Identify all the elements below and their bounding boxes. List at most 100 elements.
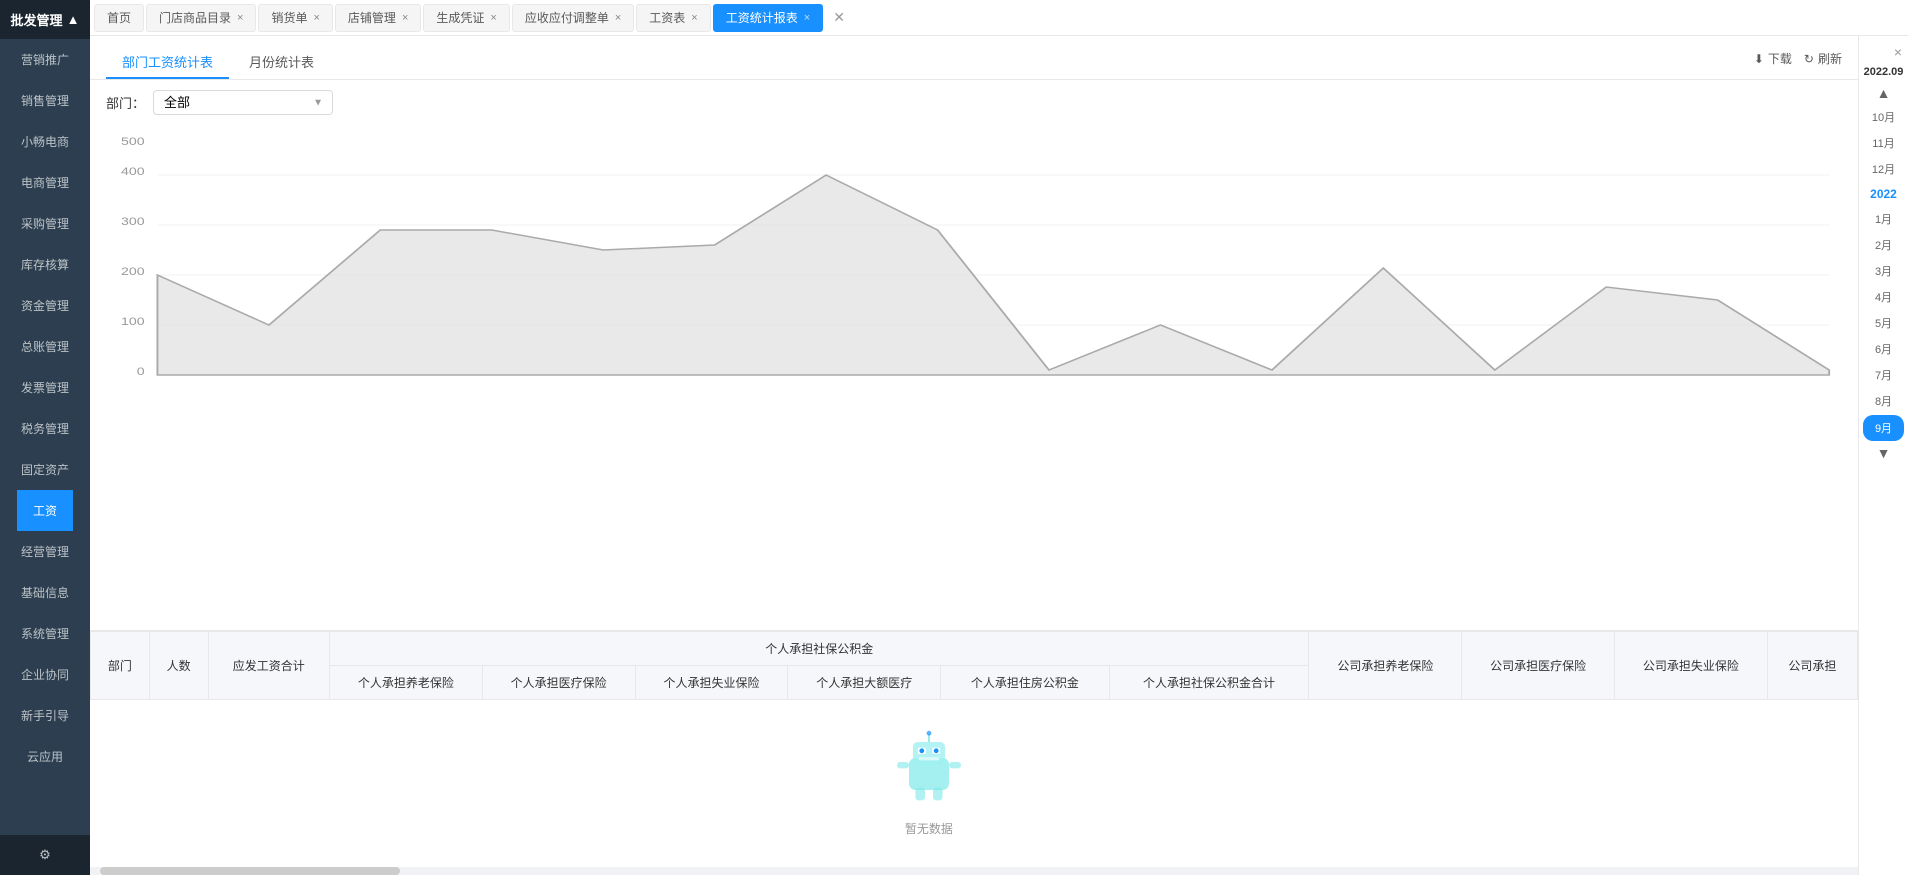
sub-tabs-bar: 部门工资统计表 月份统计表 ⬇ 下载 ↻ 刷新: [90, 36, 1858, 80]
sidebar-item-工资[interactable]: 工资: [17, 490, 73, 531]
horizontal-scrollbar[interactable]: [90, 867, 1858, 875]
timeline-month-10[interactable]: 10月: [1859, 104, 1908, 130]
chart-svg: 0 100 200 300 400 500: [106, 135, 1842, 385]
sidebar-item-发票管理[interactable]: 发票管理: [17, 367, 73, 408]
svg-text:200: 200: [121, 265, 145, 277]
chart-area: 0 100 200 300 400 500: [90, 125, 1858, 630]
tab-应收应付调整单[interactable]: 应收应付调整单 ×: [512, 4, 634, 32]
close-all-button[interactable]: ✕: [833, 9, 845, 26]
tab-close-icon[interactable]: ×: [615, 12, 621, 24]
refresh-icon: ↻: [1804, 52, 1814, 66]
col-personal-medical: 个人承担医疗保险: [482, 666, 635, 700]
svg-text:300: 300: [121, 215, 145, 227]
sidebar-item-系统管理[interactable]: 系统管理: [17, 613, 73, 654]
sidebar: 批发管理 ▲ 营销推广销售管理小畅电商电商管理采购管理库存核算资金管理总账管理发…: [0, 0, 90, 875]
table-area: 部门 人数 应发工资合计 个人承担社保公积金 公司承担养老保险 公司承担医疗保险…: [90, 630, 1858, 867]
tab-生成凭证[interactable]: 生成凭证 ×: [423, 4, 509, 32]
refresh-button[interactable]: ↻ 刷新: [1804, 50, 1842, 67]
col-company-unemployment: 公司承担失业保险: [1615, 632, 1768, 700]
sidebar-item-总账管理[interactable]: 总账管理: [17, 326, 73, 367]
tab-label: 生成凭证: [436, 9, 484, 26]
tab-close-icon[interactable]: ×: [402, 12, 408, 24]
sidebar-item-固定资产[interactable]: 固定资产: [17, 449, 73, 490]
timeline-month-5[interactable]: 5月: [1859, 310, 1908, 336]
refresh-label: 刷新: [1818, 50, 1842, 67]
timeline-month-6[interactable]: 6月: [1859, 336, 1908, 362]
col-group-personal: 个人承担社保公积金: [329, 632, 1308, 666]
sidebar-footer[interactable]: ⚙: [0, 835, 90, 875]
tab-门店商品目录[interactable]: 门店商品目录 ×: [146, 4, 256, 32]
filter-label: 部门：: [106, 93, 145, 112]
tab-店铺管理[interactable]: 店铺管理 ×: [335, 4, 421, 32]
tab-close-icon[interactable]: ×: [237, 12, 243, 24]
sidebar-item-小畅电商[interactable]: 小畅电商: [17, 121, 73, 162]
sidebar-item-营销推广[interactable]: 营销推广: [17, 39, 73, 80]
col-company-other: 公司承担: [1767, 632, 1857, 700]
sidebar-item-库存核算[interactable]: 库存核算: [17, 244, 73, 285]
timeline-month-2[interactable]: 2月: [1859, 232, 1908, 258]
sidebar-item-销售管理[interactable]: 销售管理: [17, 80, 73, 121]
tab-工资表[interactable]: 工资表 ×: [636, 4, 710, 32]
sidebar-item-税务管理[interactable]: 税务管理: [17, 408, 73, 449]
timeline-month-12[interactable]: 12月: [1859, 156, 1908, 182]
empty-text: 暂无数据: [905, 820, 953, 837]
sidebar-item-电商管理[interactable]: 电商管理: [17, 162, 73, 203]
data-table: 部门 人数 应发工资合计 个人承担社保公积金 公司承担养老保险 公司承担医疗保险…: [90, 631, 1858, 867]
col-total-wage: 应发工资合计: [208, 632, 329, 700]
col-personal-major-medical: 个人承担大额医疗: [788, 666, 941, 700]
timeline-month-11[interactable]: 11月: [1859, 130, 1908, 156]
tab-close-icon[interactable]: ×: [490, 12, 496, 24]
sub-tab-department[interactable]: 部门工资统计表: [106, 46, 229, 79]
sidebar-header-label: 批发管理: [11, 10, 63, 29]
timeline-month-3[interactable]: 3月: [1859, 258, 1908, 284]
sidebar-item-新手引导[interactable]: 新手引导: [17, 695, 73, 736]
download-button[interactable]: ⬇ 下载: [1754, 50, 1792, 67]
empty-row: 暂无数据: [91, 700, 1858, 868]
col-personal-total: 个人承担社保公积金合计: [1109, 666, 1309, 700]
empty-state: 暂无数据: [91, 700, 1768, 867]
tab-销货单[interactable]: 销货单×: [258, 4, 332, 32]
scrollbar-thumb[interactable]: [100, 867, 400, 875]
tabs-bar: 首页门店商品目录×销货单×店铺管理×生成凭证×应收应付调整单×工资表×工资统计报…: [90, 0, 1908, 36]
sidebar-header[interactable]: 批发管理 ▲: [0, 0, 90, 39]
svg-text:100: 100: [121, 315, 145, 327]
sidebar-item-云应用[interactable]: 云应用: [17, 736, 73, 777]
download-label: 下载: [1768, 50, 1792, 67]
sidebar-item-基础信息[interactable]: 基础信息: [17, 572, 73, 613]
sidebar-expand-icon: ▲: [67, 12, 80, 27]
tab-close-icon[interactable]: ×: [691, 12, 697, 24]
col-personal-unemployment: 个人承担失业保险: [635, 666, 788, 700]
timeline-month-9[interactable]: 9月: [1863, 415, 1904, 441]
timeline-nav-down[interactable]: ▼: [1874, 442, 1894, 464]
tab-close-icon[interactable]: ×: [313, 12, 319, 24]
col-personal-pension: 个人承担养老保险: [329, 666, 482, 700]
timeline-month-8[interactable]: 8月: [1859, 388, 1908, 414]
sidebar-item-采购管理[interactable]: 采购管理: [17, 203, 73, 244]
main-area: 首页门店商品目录×销货单×店铺管理×生成凭证×应收应付调整单×工资表×工资统计报…: [90, 0, 1908, 875]
tab-工资统计报表[interactable]: 工资统计报表 ×: [713, 4, 823, 32]
tab-label: 应收应付调整单: [525, 9, 609, 26]
timeline-nav-up[interactable]: ▲: [1874, 82, 1894, 104]
timeline-month-1[interactable]: 1月: [1859, 206, 1908, 232]
tab-label: 工资统计报表: [726, 9, 798, 26]
tab-首页[interactable]: 首页: [94, 4, 144, 32]
col-company-medical: 公司承担医疗保险: [1462, 632, 1615, 700]
tab-label: 工资表: [649, 9, 685, 26]
tab-close-icon[interactable]: ×: [804, 12, 810, 24]
tab-label: 店铺管理: [348, 9, 396, 26]
sidebar-item-经营管理[interactable]: 经营管理: [17, 531, 73, 572]
timeline-header: 2022.09: [1862, 62, 1906, 82]
sidebar-items: 营销推广销售管理小畅电商电商管理采购管理库存核算资金管理总账管理发票管理税务管理…: [17, 39, 73, 777]
sidebar-item-资金管理[interactable]: 资金管理: [17, 285, 73, 326]
tab-label: 门店商品目录: [159, 9, 231, 26]
timeline-month-4[interactable]: 4月: [1859, 284, 1908, 310]
sidebar-item-企业协同[interactable]: 企业协同: [17, 654, 73, 695]
timeline-close-button[interactable]: ×: [1894, 44, 1902, 60]
timeline-year-2022[interactable]: 2022: [1859, 182, 1908, 206]
download-icon: ⬇: [1754, 52, 1764, 66]
sub-tab-monthly[interactable]: 月份统计表: [233, 46, 330, 79]
timeline-month-7[interactable]: 7月: [1859, 362, 1908, 388]
department-select-wrapper: 全部: [153, 90, 333, 115]
col-dept: 部门: [91, 632, 150, 700]
department-select[interactable]: 全部: [153, 90, 333, 115]
